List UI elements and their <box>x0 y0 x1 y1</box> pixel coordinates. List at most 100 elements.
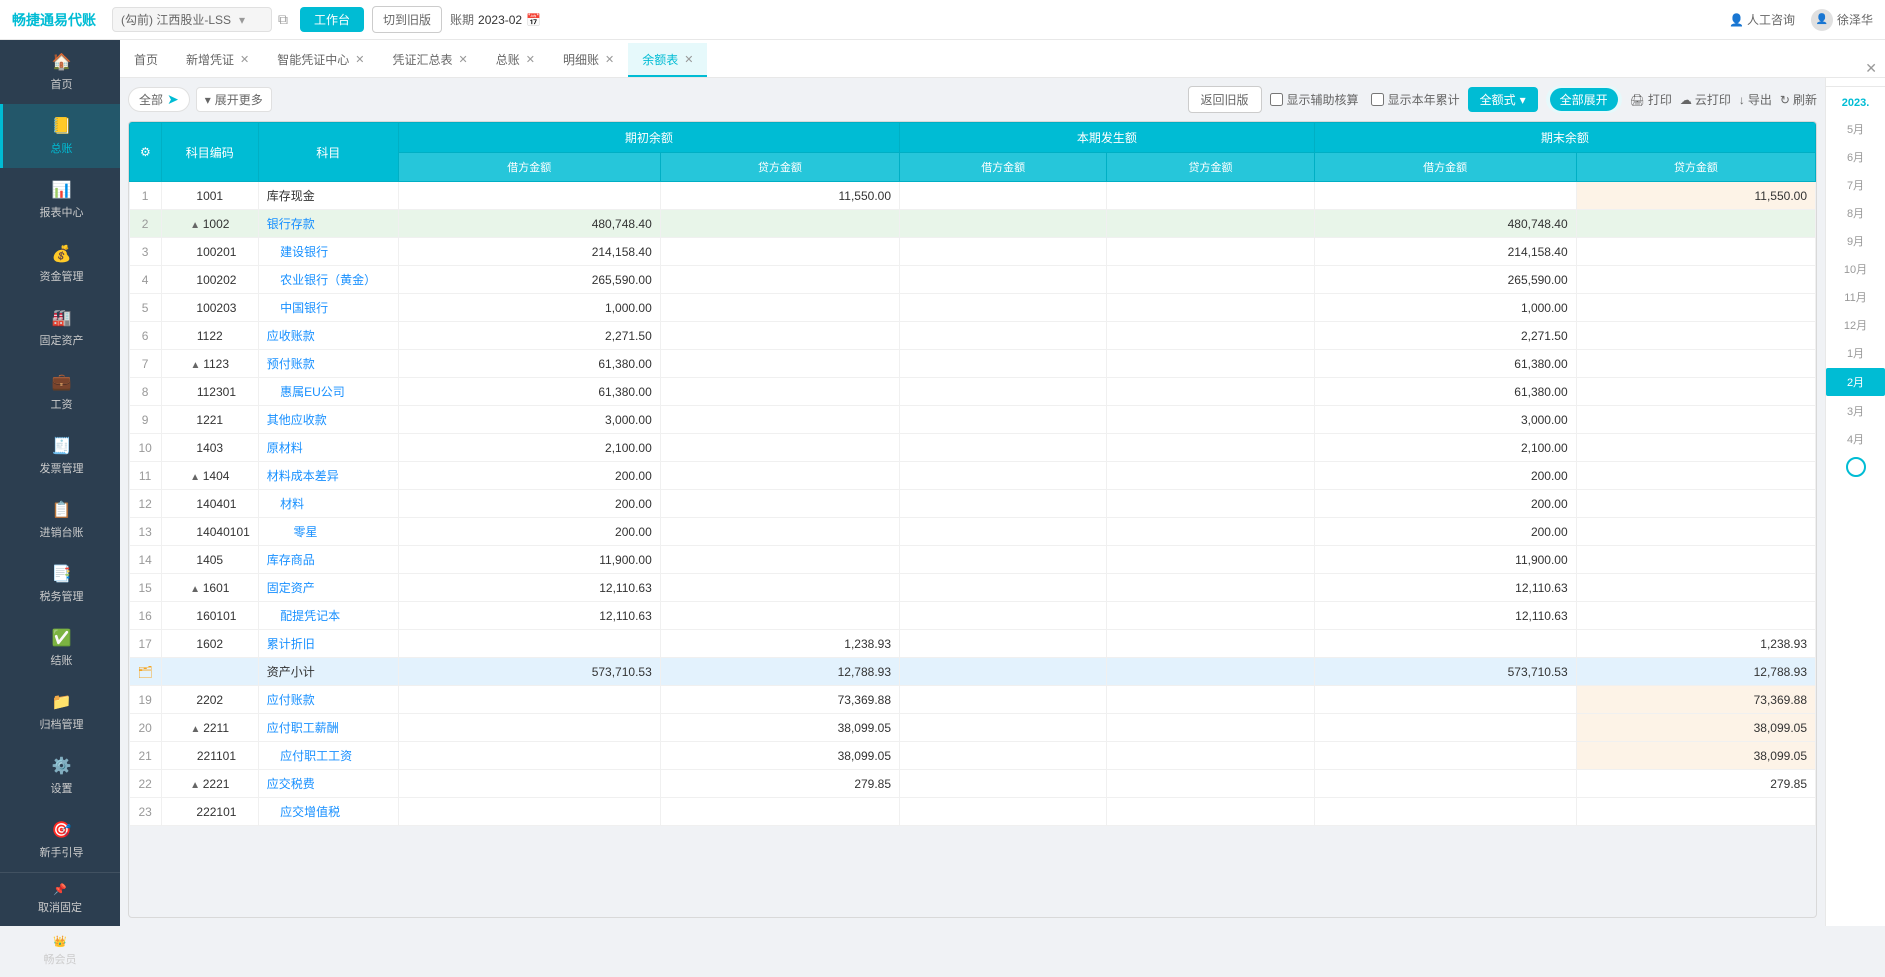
sidebar-item-home[interactable]: 🏠 首页 <box>0 40 120 104</box>
refresh-button[interactable]: ↻ 刷新 <box>1780 91 1817 108</box>
account-name[interactable]: 材料 <box>258 490 398 518</box>
pe-credit-amount <box>1576 238 1815 266</box>
cur-credit-amount <box>1107 742 1314 770</box>
cur-debit-amount <box>900 546 1107 574</box>
tab-detail[interactable]: 明细账 ✕ <box>549 43 628 77</box>
month-4[interactable]: 4月 <box>1826 425 1885 453</box>
account-name[interactable]: 银行存款 <box>258 210 398 238</box>
month-1[interactable]: 1月 <box>1826 339 1885 367</box>
return-old-button[interactable]: 返回旧版 <box>1188 86 1262 113</box>
expand-more-button[interactable]: ▾ 展开更多 <box>196 87 272 112</box>
account-name[interactable]: 应付账款 <box>258 686 398 714</box>
account-name[interactable]: 库存商品 <box>258 546 398 574</box>
settings-column-header[interactable]: ⚙ <box>130 123 162 182</box>
pe-debit-amount <box>1314 182 1576 210</box>
tab-ledger[interactable]: 总账 ✕ <box>482 43 549 77</box>
print-button[interactable]: 🖨 打印 <box>1630 91 1672 108</box>
tab-close-smart-verify[interactable]: ✕ <box>355 53 364 66</box>
account-name[interactable]: 应交增值税 <box>258 798 398 826</box>
account-name[interactable]: 应付职工薪酬 <box>258 714 398 742</box>
sidebar-item-salary[interactable]: 💼 工资 <box>0 360 120 424</box>
filter-all-button[interactable]: 全部 ➤ <box>128 87 190 112</box>
account-name[interactable]: 材料成本差异 <box>258 462 398 490</box>
month-9[interactable]: 9月 <box>1826 227 1885 255</box>
tab-close-new-voucher[interactable]: ✕ <box>240 53 249 66</box>
account-name[interactable]: 其他应收款 <box>258 406 398 434</box>
expand-panel-icon[interactable] <box>1846 457 1866 477</box>
tab-smart-verify[interactable]: 智能凭证中心 ✕ <box>263 43 378 77</box>
month-10[interactable]: 10月 <box>1826 255 1885 283</box>
sidebar-item-tax[interactable]: 📑 税务管理 <box>0 552 120 616</box>
row-number: 16 <box>130 602 162 630</box>
account-name[interactable]: 配提凭记本 <box>258 602 398 630</box>
sidebar-item-sales[interactable]: 📋 进销台账 <box>0 488 120 552</box>
full-mode-button[interactable]: 全额式 ▾ <box>1468 87 1538 112</box>
cur-credit-amount <box>1107 434 1314 462</box>
sidebar-item-reports[interactable]: 📊 报表中心 <box>0 168 120 232</box>
month-2[interactable]: 2月 <box>1826 368 1885 396</box>
account-name[interactable]: 建设银行 <box>258 238 398 266</box>
export-button[interactable]: ↓ 导出 <box>1739 91 1772 108</box>
expand-down-icon: ▾ <box>205 93 211 107</box>
account-name[interactable]: 中国银行 <box>258 294 398 322</box>
tab-close-voucher-summary[interactable]: ✕ <box>459 53 468 66</box>
month-12[interactable]: 12月 <box>1826 311 1885 339</box>
row-number: 10 <box>130 434 162 462</box>
consult-button[interactable]: 👤 人工咨询 <box>1729 11 1795 28</box>
tab-new-voucher[interactable]: 新增凭证 ✕ <box>172 43 263 77</box>
month-6[interactable]: 6月 <box>1826 143 1885 171</box>
company-selector[interactable]: (勾前) 江西股业-LSS ▾ <box>112 7 272 32</box>
account-name[interactable]: 累计折旧 <box>258 630 398 658</box>
tab-balance[interactable]: 余额表 ✕ <box>628 43 707 77</box>
cloud-icon: ☁ <box>1680 93 1692 107</box>
account-name[interactable]: 预付账款 <box>258 350 398 378</box>
account-name[interactable]: 零星 <box>258 518 398 546</box>
year-2023[interactable]: 2023. <box>1826 91 1885 115</box>
month-3[interactable]: 3月 <box>1826 397 1885 425</box>
tab-close-detail[interactable]: ✕ <box>605 53 614 66</box>
tab-home[interactable]: 首页 <box>120 43 172 77</box>
account-name[interactable]: 原材料 <box>258 434 398 462</box>
expand-all-toggle[interactable]: 全部展开 <box>1546 86 1622 113</box>
top-actions: 工作台 切到旧版 账期 2023-02 📅 <box>300 6 541 33</box>
month-5[interactable]: 5月 <box>1826 115 1885 143</box>
checkbox-ytd[interactable]: 显示本年累计 <box>1371 91 1460 108</box>
sidebar-item-close[interactable]: ✅ 结账 <box>0 616 120 680</box>
month-7[interactable]: 7月 <box>1826 171 1885 199</box>
auxiliary-checkbox[interactable] <box>1270 93 1283 106</box>
sidebar-item-settings[interactable]: ⚙️ 设置 <box>0 744 120 808</box>
expand-all-button[interactable]: 全部展开 <box>1550 88 1618 111</box>
account-name[interactable]: 惠属EU公司 <box>258 378 398 406</box>
switch-version-button[interactable]: 切到旧版 <box>372 6 442 33</box>
month-8[interactable]: 8月 <box>1826 199 1885 227</box>
sidebar-item-unpin[interactable]: 📌 取消固定 <box>0 873 120 925</box>
calendar-icon[interactable]: 📅 <box>526 13 541 27</box>
row-number: 7 <box>130 350 162 378</box>
tab-voucher-summary[interactable]: 凭证汇总表 ✕ <box>378 43 481 77</box>
sidebar-item-assets[interactable]: 🏭 固定资产 <box>0 296 120 360</box>
sidebar-item-funds[interactable]: 💰 资金管理 <box>0 232 120 296</box>
account-name[interactable]: 应收账款 <box>258 322 398 350</box>
cur-debit-amount <box>900 574 1107 602</box>
ytd-checkbox[interactable] <box>1371 93 1384 106</box>
account-name[interactable]: 应交税费 <box>258 770 398 798</box>
ps-debit-amount: 480,748.40 <box>398 210 660 238</box>
account-name[interactable]: 应付职工工资 <box>258 742 398 770</box>
tab-close-balance[interactable]: ✕ <box>684 53 693 66</box>
close-all-tabs-icon[interactable]: ✕ <box>1865 60 1885 77</box>
sidebar-item-ledger[interactable]: 📒 总账 <box>0 104 120 168</box>
sidebar-item-vip[interactable]: 👑 畅会员 <box>0 925 120 977</box>
workbench-button[interactable]: 工作台 <box>300 7 364 32</box>
pe-credit-amount: 12,788.93 <box>1576 658 1815 686</box>
sidebar-item-invoice[interactable]: 🧾 发票管理 <box>0 424 120 488</box>
account-name[interactable]: 农业银行（黄金） <box>258 266 398 294</box>
cur-debit-amount <box>900 238 1107 266</box>
unpin-label: 取消固定 <box>38 899 82 915</box>
checkbox-auxiliary[interactable]: 显示辅助核算 <box>1270 91 1359 108</box>
sidebar-item-archive[interactable]: 📁 归档管理 <box>0 680 120 744</box>
cloud-print-button[interactable]: ☁ 云打印 <box>1680 91 1731 108</box>
account-name[interactable]: 固定资产 <box>258 574 398 602</box>
tab-close-ledger[interactable]: ✕ <box>526 53 535 66</box>
sidebar-item-guide[interactable]: 🎯 新手引导 <box>0 808 120 872</box>
month-11[interactable]: 11月 <box>1826 283 1885 311</box>
